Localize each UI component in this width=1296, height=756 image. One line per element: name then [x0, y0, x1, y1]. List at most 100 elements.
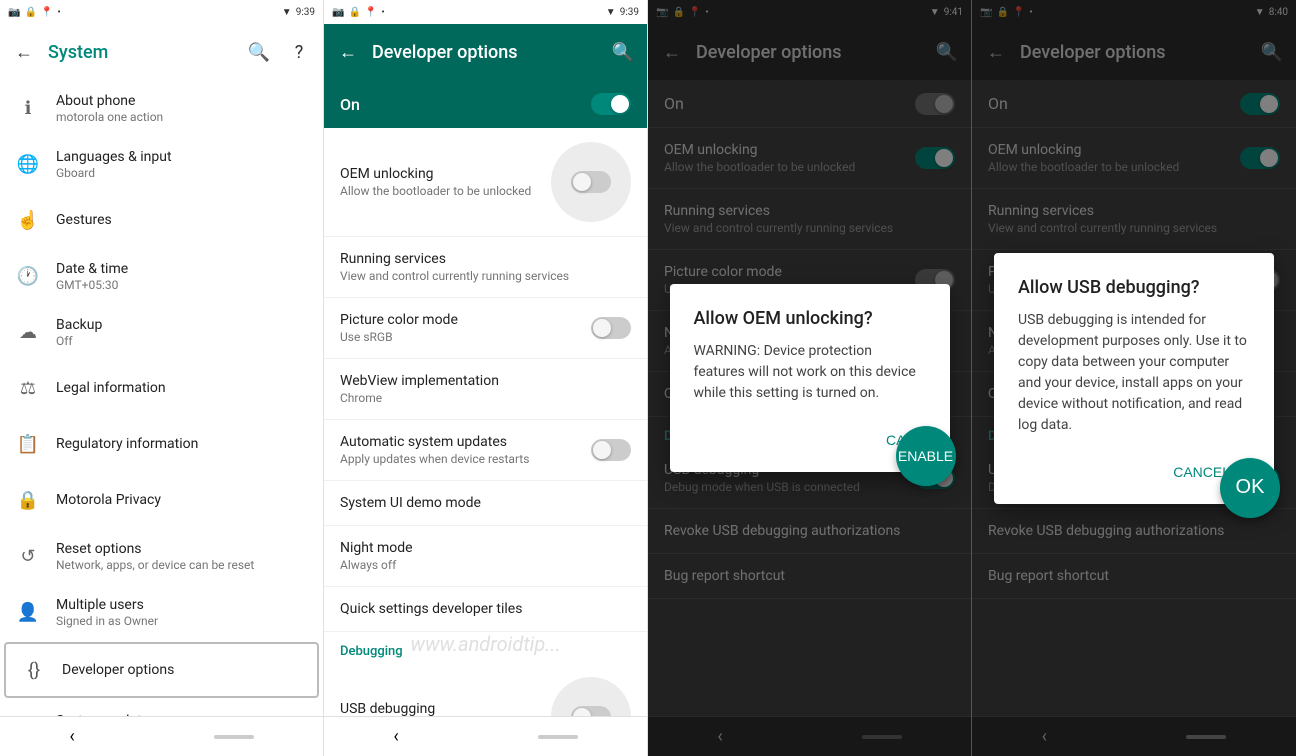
app-bar-system: ← System 🔍 ? — [0, 24, 323, 80]
running-services-item[interactable]: Running services View and control curren… — [324, 237, 647, 298]
n4: • — [381, 7, 384, 18]
home-indicator — [214, 735, 254, 739]
night-mode-subtitle: Always off — [340, 558, 631, 572]
time-display: 9:39 — [296, 7, 315, 18]
clock-icon: 🕐 — [16, 264, 40, 288]
about-icon: ℹ — [16, 96, 40, 120]
n1: 📷 — [332, 7, 344, 18]
on-label: On — [340, 95, 360, 114]
system-icons: ▼ 9:39 — [282, 7, 315, 18]
usb-toggle-container[interactable] — [551, 677, 631, 716]
usb-toggle[interactable] — [571, 706, 611, 716]
sidebar-item-backup[interactable]: ☁ Backup Off — [0, 304, 323, 360]
home-bar-2 — [538, 735, 578, 739]
oem-unlock-dialog: Allow OEM unlocking? WARNING: Device pro… — [670, 284, 950, 472]
developer-toggle[interactable] — [591, 93, 631, 115]
status-bar-2: 📷 🔒 📍 • ▼ 9:39 — [324, 0, 647, 24]
backup-icon: ☁ — [16, 320, 40, 344]
auto-updates-toggle[interactable] — [591, 439, 631, 461]
sidebar-item-about[interactable]: ℹ About phone motorola one action — [0, 80, 323, 136]
oem-subtitle: Allow the bootloader to be unlocked — [340, 184, 531, 198]
search-btn-2[interactable]: 🔍 — [607, 36, 639, 68]
n2: 🔒 — [348, 7, 360, 18]
users-icon: 👤 — [16, 600, 40, 624]
sidebar-item-regulatory[interactable]: 📋 Regulatory information — [0, 416, 323, 472]
help-button[interactable]: ? — [283, 36, 315, 68]
reset-icon: ↺ — [16, 544, 40, 568]
datetime-subtitle: GMT+05:30 — [56, 278, 307, 292]
backup-title: Backup — [56, 317, 307, 333]
on-toggle-row: On — [324, 80, 647, 128]
about-title: About phone — [56, 93, 307, 109]
back-btn-2[interactable]: ← — [332, 36, 364, 68]
oem-dialog-body: WARNING: Device protection features will… — [694, 341, 926, 404]
auto-updates-title: Automatic system updates — [340, 434, 529, 450]
legal-title: Legal information — [56, 380, 307, 396]
night-mode-item[interactable]: Night mode Always off — [324, 526, 647, 587]
oem-unlocking-item[interactable]: OEM unlocking Allow the bootloader to be… — [324, 128, 647, 237]
sidebar-item-legal[interactable]: ⚖ Legal information — [0, 360, 323, 416]
wifi-icon: ▼ — [282, 7, 292, 18]
dev-options-title: Developer options — [372, 42, 599, 63]
running-subtitle: View and control currently running servi… — [340, 269, 631, 283]
sidebar-item-datetime[interactable]: 🕐 Date & time GMT+05:30 — [0, 248, 323, 304]
n3: 📍 — [365, 7, 377, 18]
bottom-nav-1: ‹ — [0, 716, 323, 756]
reset-title: Reset options — [56, 541, 307, 557]
legal-icon: ⚖ — [16, 376, 40, 400]
oem-toggle-container[interactable] — [551, 142, 631, 222]
auto-updates-subtitle: Apply updates when device restarts — [340, 452, 529, 466]
usb-dialog-title: Allow USB debugging? — [1018, 277, 1250, 298]
oem-toggle[interactable] — [571, 171, 611, 193]
usb-debug-dialog: Allow USB debugging? USB debugging is in… — [994, 253, 1274, 504]
picture-toggle[interactable] — [591, 317, 631, 339]
system-ui-demo-item[interactable]: System UI demo mode — [324, 481, 647, 526]
notif-icon-2: 🔒 — [24, 7, 36, 18]
panel-system: 📷 🔒 📍 • ▼ 9:39 ← System 🔍 ? ℹ About phon… — [0, 0, 324, 756]
language-title: Languages & input — [56, 149, 307, 165]
quick-settings-title: Quick settings developer tiles — [340, 601, 631, 617]
gesture-title: Gestures — [56, 212, 307, 228]
webview-item[interactable]: WebView implementation Chrome — [324, 359, 647, 420]
sidebar-item-users[interactable]: 👤 Multiple users Signed in as Owner — [0, 584, 323, 640]
usb-debugging-item[interactable]: USB debugging Debug mode when USB is con… — [324, 663, 647, 716]
debugging-section: Debugging — [324, 632, 647, 663]
sidebar-item-gestures[interactable]: ☝ Gestures — [0, 192, 323, 248]
notif-icons-2: 📷 🔒 📍 • — [332, 7, 385, 18]
sidebar-item-reset[interactable]: ↺ Reset options Network, apps, or device… — [0, 528, 323, 584]
auto-updates-item[interactable]: Automatic system updates Apply updates w… — [324, 420, 647, 481]
sidebar-item-system-updates[interactable]: 📱 System updates Updated to Android 9 — [0, 700, 323, 716]
backup-subtitle: Off — [56, 334, 307, 348]
back-btn-nav[interactable]: ‹ — [393, 726, 398, 747]
usb-dialog-overlay: Allow USB debugging? USB debugging is in… — [972, 0, 1296, 756]
datetime-title: Date & time — [56, 261, 307, 277]
oem-enable-btn[interactable]: Enable — [896, 426, 956, 486]
app-bar-developer: ← Developer options 🔍 — [324, 24, 647, 80]
regulatory-title: Regulatory information — [56, 436, 307, 452]
webview-subtitle: Chrome — [340, 391, 631, 405]
sidebar-item-motorola-privacy[interactable]: 🔒 Motorola Privacy — [0, 472, 323, 528]
wifi-2: ▼ — [606, 7, 616, 18]
back-button[interactable]: ← — [8, 36, 40, 68]
picture-color-item[interactable]: Picture color mode Use sRGB — [324, 298, 647, 359]
status-bar-1: 📷 🔒 📍 • ▼ 9:39 — [0, 0, 323, 24]
users-subtitle: Signed in as Owner — [56, 614, 307, 628]
quick-settings-item[interactable]: Quick settings developer tiles — [324, 587, 647, 632]
nav-back-btn[interactable]: ‹ — [69, 726, 74, 747]
sidebar-item-languages[interactable]: 🌐 Languages & input Gboard — [0, 136, 323, 192]
regulatory-icon: 📋 — [16, 432, 40, 456]
picture-title: Picture color mode — [340, 312, 458, 328]
bottom-nav-2: ‹ — [324, 716, 647, 756]
search-button[interactable]: 🔍 — [243, 36, 275, 68]
night-mode-title: Night mode — [340, 540, 631, 556]
usb-ok-btn[interactable]: OK — [1220, 458, 1280, 518]
notification-icons: 📷 🔒 📍 • — [8, 7, 61, 18]
sidebar-item-developer[interactable]: {} Developer options — [4, 642, 319, 698]
usb-dialog-body: USB debugging is intended for developmen… — [1018, 310, 1250, 436]
system-ui-title: System UI demo mode — [340, 495, 631, 511]
developer-icon: {} — [22, 658, 46, 682]
notif-icon-3: 📍 — [41, 7, 53, 18]
language-subtitle: Gboard — [56, 166, 307, 180]
usb-title: USB debugging — [340, 701, 536, 716]
language-icon: 🌐 — [16, 152, 40, 176]
